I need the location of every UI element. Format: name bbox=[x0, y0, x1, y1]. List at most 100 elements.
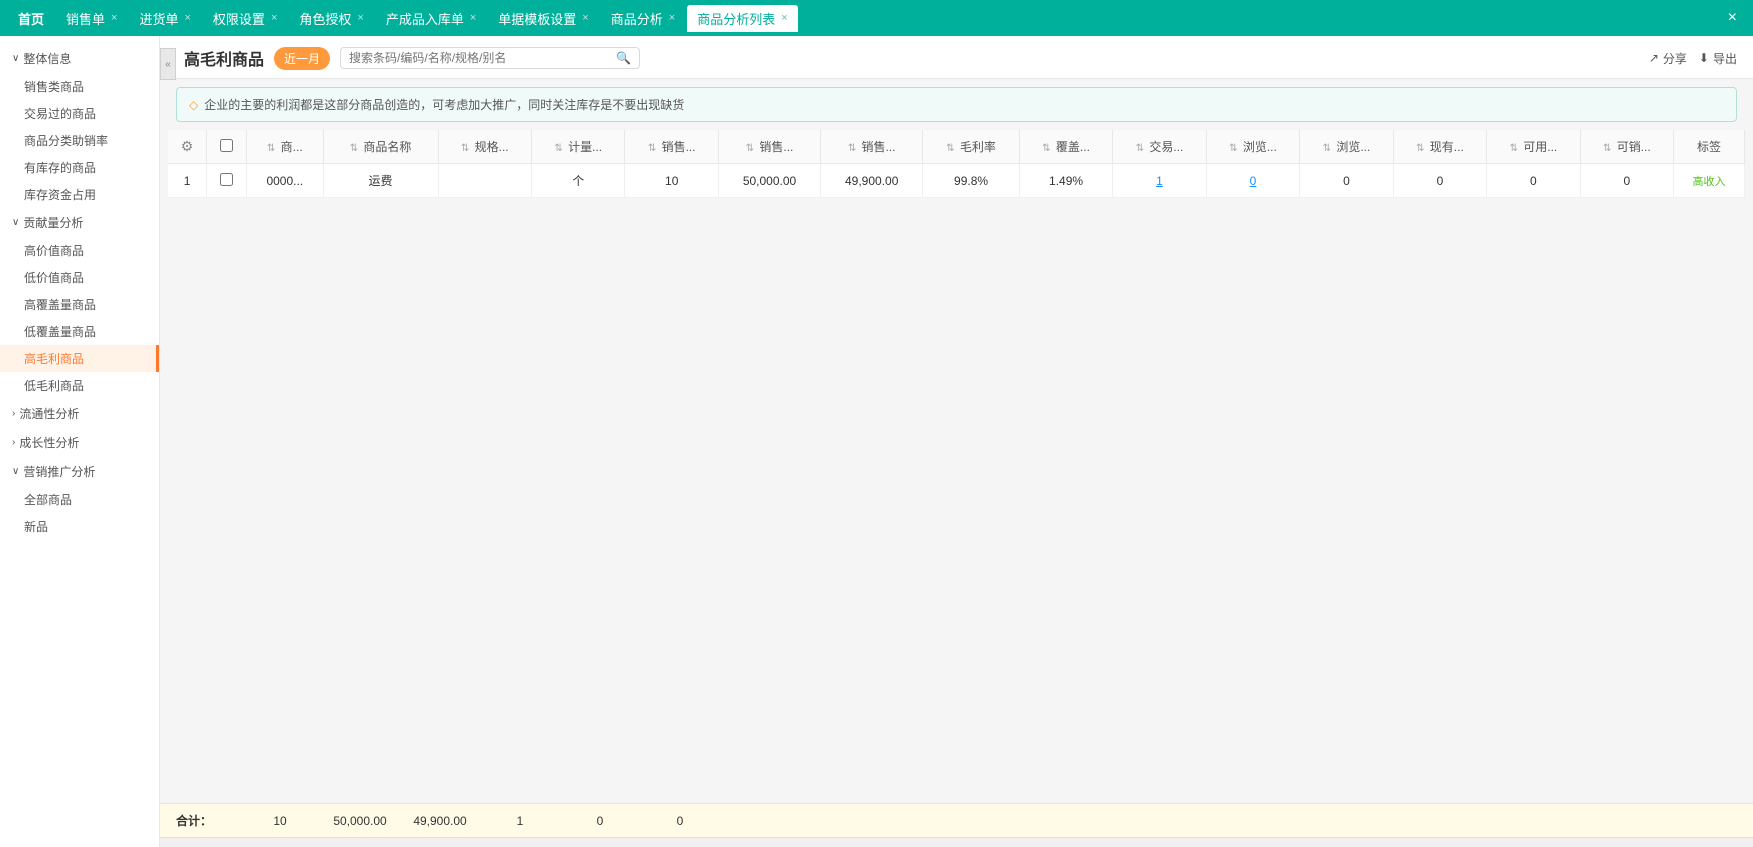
share-button[interactable]: ↗ 分享 bbox=[1649, 50, 1687, 67]
sidebar-item-high-margin[interactable]: 高毛利商品 bbox=[0, 345, 159, 372]
col-margin-rate[interactable]: ⇅ 毛利率 bbox=[923, 130, 1020, 164]
growth-arrow: › bbox=[12, 437, 15, 448]
footer-label: 合计： bbox=[176, 812, 212, 829]
nav-warehouse[interactable]: 产成品入库单 × bbox=[376, 5, 486, 32]
nav-home[interactable]: 首页 bbox=[8, 5, 54, 32]
cell-current-stock: 0 bbox=[1393, 164, 1486, 198]
nav-role[interactable]: 角色授权 × bbox=[289, 5, 373, 32]
col-settings[interactable]: ⚙ bbox=[168, 130, 207, 164]
nav-template[interactable]: 单据模板设置 × bbox=[488, 5, 598, 32]
sort-coverage-icon: ⇅ bbox=[1042, 143, 1050, 154]
footer-cell-transaction: 1 bbox=[480, 814, 560, 828]
cell-browse1[interactable]: 0 bbox=[1206, 164, 1299, 198]
col-unit[interactable]: ⇅ 计量... bbox=[532, 130, 625, 164]
horizontal-scrollbar[interactable] bbox=[160, 837, 1753, 847]
col-spec[interactable]: ⇅ 规格... bbox=[438, 130, 531, 164]
col-code[interactable]: ⇅ 商... bbox=[247, 130, 323, 164]
sidebar-item-traded-goods[interactable]: 交易过的商品 bbox=[0, 100, 159, 127]
sidebar-item-high-coverage[interactable]: 高覆盖量商品 bbox=[0, 291, 159, 318]
search-input[interactable] bbox=[349, 51, 616, 65]
cell-saleable: 0 bbox=[1580, 164, 1673, 198]
sidebar-item-new-goods[interactable]: 新品 bbox=[0, 513, 159, 540]
nav-sales[interactable]: 销售单 × bbox=[56, 5, 127, 32]
footer-cell-sales-amt: 50,000.00 bbox=[320, 814, 400, 828]
search-icon[interactable]: 🔍 bbox=[616, 51, 631, 65]
export-button[interactable]: ⬇ 导出 bbox=[1699, 50, 1737, 67]
sidebar-item-all-goods[interactable]: 全部商品 bbox=[0, 486, 159, 513]
sidebar-item-low-margin[interactable]: 低毛利商品 bbox=[0, 372, 159, 399]
cell-sales-amt: 50,000.00 bbox=[718, 164, 820, 198]
marketing-arrow: ∨ bbox=[12, 466, 19, 477]
sidebar-item-low-coverage[interactable]: 低覆盖量商品 bbox=[0, 318, 159, 345]
col-current-stock[interactable]: ⇅ 现有... bbox=[1393, 130, 1486, 164]
sidebar-group-contribution[interactable]: ∨ 贡献量分析 bbox=[0, 208, 159, 237]
col-checkbox[interactable] bbox=[207, 130, 247, 164]
cell-unit: 个 bbox=[532, 164, 625, 198]
sort-sales-qty-icon: ⇅ bbox=[648, 143, 656, 154]
close-app-button[interactable]: × bbox=[1720, 5, 1745, 31]
col-browse1[interactable]: ⇅ 浏览... bbox=[1206, 130, 1299, 164]
sort-sales-amt-icon: ⇅ bbox=[746, 143, 754, 154]
col-coverage[interactable]: ⇅ 覆盖... bbox=[1019, 130, 1112, 164]
cell-margin-rate: 99.8% bbox=[923, 164, 1020, 198]
sidebar-group-growth[interactable]: › 成长性分析 bbox=[0, 428, 159, 457]
col-sales-profit[interactable]: ⇅ 销售... bbox=[821, 130, 923, 164]
close-warehouse-tab[interactable]: × bbox=[470, 12, 476, 24]
close-analysis-list-tab[interactable]: × bbox=[781, 12, 787, 24]
sort-unit-icon: ⇅ bbox=[554, 143, 562, 154]
sort-browse2-icon: ⇅ bbox=[1323, 143, 1331, 154]
close-sales-tab[interactable]: × bbox=[111, 12, 117, 24]
col-sales-amt[interactable]: ⇅ 销售... bbox=[718, 130, 820, 164]
liquidity-arrow: › bbox=[12, 408, 15, 419]
cell-transaction[interactable]: 1 bbox=[1113, 164, 1206, 198]
sidebar-group-marketing[interactable]: ∨ 营销推广分析 bbox=[0, 457, 159, 486]
sort-current-stock-icon: ⇅ bbox=[1416, 143, 1424, 154]
col-saleable[interactable]: ⇅ 可销... bbox=[1580, 130, 1673, 164]
cell-coverage: 1.49% bbox=[1019, 164, 1112, 198]
sidebar-group-liquidity[interactable]: › 流通性分析 bbox=[0, 399, 159, 428]
footer-cell-current-stock: 0 bbox=[560, 814, 640, 828]
cell-checkbox[interactable] bbox=[207, 164, 247, 198]
header-actions: ↗ 分享 ⬇ 导出 bbox=[1649, 50, 1737, 67]
sidebar-item-stock-capital[interactable]: 库存资金占用 bbox=[0, 181, 159, 208]
sort-browse1-icon: ⇅ bbox=[1229, 143, 1237, 154]
sidebar-item-category-rate[interactable]: 商品分类助销率 bbox=[0, 127, 159, 154]
col-browse2[interactable]: ⇅ 浏览... bbox=[1300, 130, 1393, 164]
col-available[interactable]: ⇅ 可用... bbox=[1487, 130, 1580, 164]
close-purchase-tab[interactable]: × bbox=[184, 12, 190, 24]
col-transaction[interactable]: ⇅ 交易... bbox=[1113, 130, 1206, 164]
col-tag[interactable]: 标签 bbox=[1674, 130, 1745, 164]
export-icon: ⬇ bbox=[1699, 51, 1709, 65]
info-banner: ◇ 企业的主要的利润都是这部分商品创造的，可考虑加大推广，同时关注库存是不要出现… bbox=[176, 87, 1737, 122]
table-footer: 合计： 10 50,000.00 49,900.00 1 0 bbox=[160, 803, 1753, 837]
sidebar-item-high-value[interactable]: 高价值商品 bbox=[0, 237, 159, 264]
share-icon: ↗ bbox=[1649, 51, 1659, 65]
sidebar-collapse-button[interactable]: « bbox=[160, 48, 176, 80]
nav-analysis[interactable]: 商品分析 × bbox=[601, 5, 685, 32]
nav-purchase[interactable]: 进货单 × bbox=[129, 5, 200, 32]
overall-arrow: ∨ bbox=[12, 53, 19, 64]
select-all-checkbox[interactable] bbox=[220, 139, 233, 152]
cell-spec bbox=[438, 164, 531, 198]
footer-cells: 10 50,000.00 49,900.00 1 0 0 bbox=[240, 814, 1737, 828]
cell-name: 运费 bbox=[323, 164, 438, 198]
sidebar-item-stock-goods[interactable]: 有库存的商品 bbox=[0, 154, 159, 181]
col-name[interactable]: ⇅ 商品名称 bbox=[323, 130, 438, 164]
close-permission-tab[interactable]: × bbox=[271, 12, 277, 24]
sidebar-group-overall[interactable]: ∨ 整体信息 bbox=[0, 44, 159, 73]
close-role-tab[interactable]: × bbox=[357, 12, 363, 24]
data-table: ⚙ ⇅ 商... ⇅ 商品名称 bbox=[168, 130, 1745, 198]
row-checkbox[interactable] bbox=[220, 173, 233, 186]
nav-permission[interactable]: 权限设置 × bbox=[203, 5, 287, 32]
sort-saleable-icon: ⇅ bbox=[1603, 143, 1611, 154]
footer-cell-sales-qty: 10 bbox=[240, 814, 320, 828]
col-sales-qty[interactable]: ⇅ 销售... bbox=[625, 130, 718, 164]
filter-recent-month-button[interactable]: 近一月 bbox=[274, 47, 330, 70]
close-template-tab[interactable]: × bbox=[582, 12, 588, 24]
close-analysis-tab[interactable]: × bbox=[669, 12, 675, 24]
nav-analysis-list[interactable]: 商品分析列表 × bbox=[687, 5, 797, 32]
sidebar-item-low-value[interactable]: 低价值商品 bbox=[0, 264, 159, 291]
sidebar-item-sales-goods[interactable]: 销售类商品 bbox=[0, 73, 159, 100]
sort-transaction-icon: ⇅ bbox=[1136, 143, 1144, 154]
table-wrapper[interactable]: ⚙ ⇅ 商... ⇅ 商品名称 bbox=[168, 130, 1745, 803]
